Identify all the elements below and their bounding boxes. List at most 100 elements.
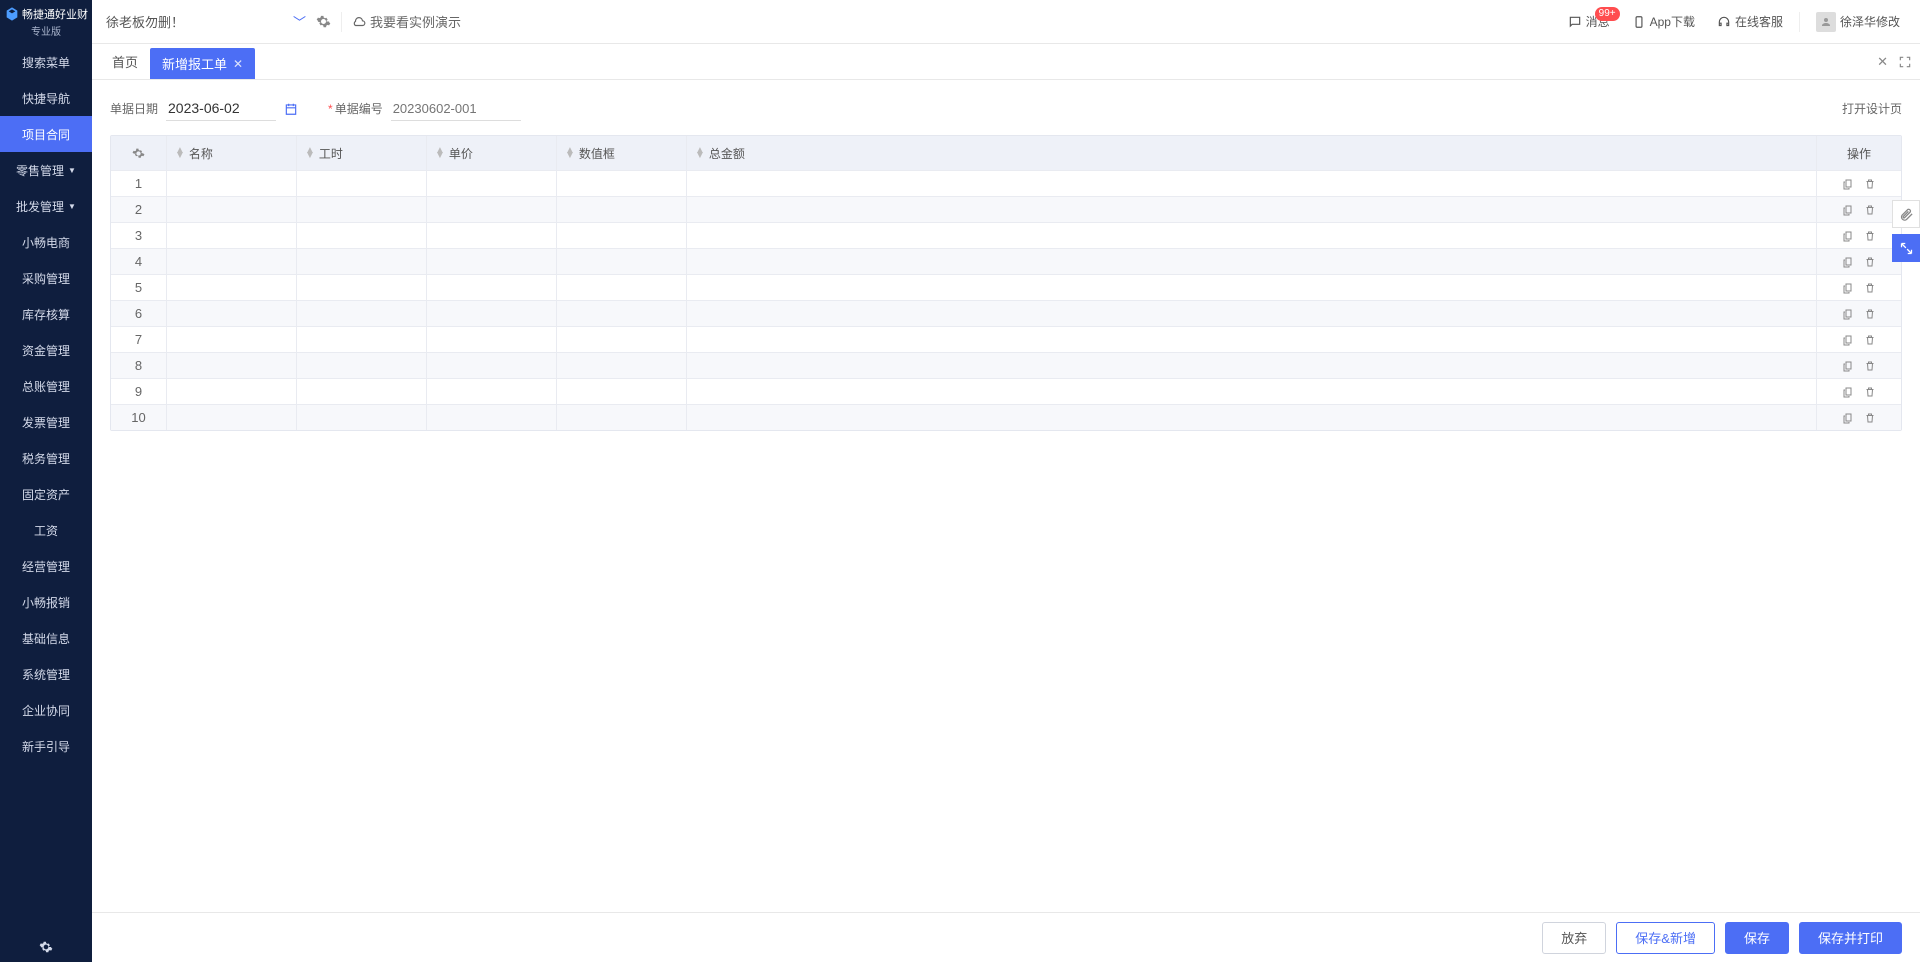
- message-icon: [1568, 15, 1582, 29]
- company-selector[interactable]: 徐老板勿删！ ﹀: [106, 12, 306, 31]
- user-menu[interactable]: 徐泽华修改: [1810, 12, 1906, 32]
- design-link[interactable]: 打开设计页: [1842, 100, 1902, 117]
- demo-link[interactable]: 我要看实例演示: [352, 12, 461, 31]
- copy-row-icon[interactable]: [1842, 360, 1854, 372]
- table-row[interactable]: 5: [111, 274, 1901, 300]
- copy-row-icon[interactable]: [1842, 334, 1854, 346]
- tabs-bar: 首页 新增报工单 ✕ ✕: [92, 44, 1920, 80]
- delete-row-icon[interactable]: [1864, 204, 1876, 216]
- delete-row-icon[interactable]: [1864, 230, 1876, 242]
- delete-row-icon[interactable]: [1864, 178, 1876, 190]
- sidebar-item-5[interactable]: 小畅电商: [0, 224, 92, 260]
- table-row[interactable]: 9: [111, 378, 1901, 404]
- messages-button[interactable]: 消息 99+: [1562, 13, 1616, 30]
- avatar: [1816, 12, 1836, 32]
- close-icon[interactable]: ✕: [233, 57, 243, 71]
- calendar-icon[interactable]: [284, 102, 298, 116]
- sidebar-item-15[interactable]: 小畅报销: [0, 584, 92, 620]
- sidebar-item-11[interactable]: 税务管理: [0, 440, 92, 476]
- date-input[interactable]: [166, 96, 276, 121]
- header: 徐老板勿删！ ﹀ 我要看实例演示 消息 99+ App下载: [92, 0, 1920, 44]
- col-num[interactable]: ▲▼数值框: [557, 136, 687, 170]
- date-field: 单据日期: [110, 96, 298, 121]
- messages-badge: 99+: [1595, 7, 1620, 21]
- tab-home[interactable]: 首页: [100, 44, 150, 79]
- phone-icon: [1632, 15, 1646, 29]
- copy-row-icon[interactable]: [1842, 230, 1854, 242]
- col-total[interactable]: ▲▼总金额: [687, 136, 1817, 170]
- chevron-down-icon: ﹀: [293, 12, 306, 31]
- copy-row-icon[interactable]: [1842, 256, 1854, 268]
- delete-row-icon[interactable]: [1864, 308, 1876, 320]
- caret-down-icon: ▼: [68, 202, 76, 211]
- delete-row-icon[interactable]: [1864, 360, 1876, 372]
- sidebar-item-9[interactable]: 总账管理: [0, 368, 92, 404]
- delete-row-icon[interactable]: [1864, 386, 1876, 398]
- sidebar-settings[interactable]: [0, 932, 92, 962]
- app-download-button[interactable]: App下载: [1626, 13, 1701, 30]
- table-row[interactable]: 8: [111, 352, 1901, 378]
- save-new-button[interactable]: 保存&新增: [1616, 922, 1715, 954]
- sidebar-item-17[interactable]: 系统管理: [0, 656, 92, 692]
- fullscreen-icon[interactable]: [1898, 55, 1912, 69]
- table-row[interactable]: 2: [111, 196, 1901, 222]
- headset-icon: [1717, 15, 1731, 29]
- sidebar-item-2[interactable]: 项目合同: [0, 116, 92, 152]
- sidebar-item-1[interactable]: 快捷导航: [0, 80, 92, 116]
- copy-row-icon[interactable]: [1842, 282, 1854, 294]
- copy-row-icon[interactable]: [1842, 204, 1854, 216]
- save-print-button[interactable]: 保存并打印: [1799, 922, 1902, 954]
- code-input[interactable]: [391, 97, 521, 121]
- grid-header: ▲▼名称 ▲▼工时 ▲▼单价 ▲▼数值框 ▲▼总金额 操作: [111, 136, 1901, 170]
- table-row[interactable]: 4: [111, 248, 1901, 274]
- sidebar-item-14[interactable]: 经营管理: [0, 548, 92, 584]
- col-name[interactable]: ▲▼名称: [167, 136, 297, 170]
- table-row[interactable]: 3: [111, 222, 1901, 248]
- sidebar-item-6[interactable]: 采购管理: [0, 260, 92, 296]
- sidebar-item-4[interactable]: 批发管理▼: [0, 188, 92, 224]
- cloud-icon: [352, 15, 366, 29]
- expand-button[interactable]: [1892, 234, 1920, 262]
- table-row[interactable]: 1: [111, 170, 1901, 196]
- settings-icon[interactable]: [316, 14, 331, 29]
- logo-icon: [4, 6, 20, 22]
- copy-row-icon[interactable]: [1842, 178, 1854, 190]
- copy-row-icon[interactable]: [1842, 308, 1854, 320]
- customer-service-button[interactable]: 在线客服: [1711, 13, 1789, 30]
- data-grid: ▲▼名称 ▲▼工时 ▲▼单价 ▲▼数值框 ▲▼总金额 操作 1234567891…: [110, 135, 1902, 431]
- sidebar-item-0[interactable]: 搜索菜单: [0, 44, 92, 80]
- sidebar: 畅捷通好业财 专业版 搜索菜单快捷导航项目合同零售管理▼批发管理▼小畅电商采购管…: [0, 0, 92, 962]
- sidebar-item-18[interactable]: 企业协同: [0, 692, 92, 728]
- attachment-button[interactable]: [1892, 200, 1920, 228]
- col-price[interactable]: ▲▼单价: [427, 136, 557, 170]
- sidebar-item-13[interactable]: 工资: [0, 512, 92, 548]
- right-rail: [1892, 200, 1920, 262]
- gear-icon: [39, 940, 53, 954]
- delete-row-icon[interactable]: [1864, 282, 1876, 294]
- table-row[interactable]: 6: [111, 300, 1901, 326]
- delete-row-icon[interactable]: [1864, 334, 1876, 346]
- sidebar-item-7[interactable]: 库存核算: [0, 296, 92, 332]
- table-row[interactable]: 10: [111, 404, 1901, 430]
- logo-subtitle: 专业版: [31, 23, 61, 38]
- tab-active[interactable]: 新增报工单 ✕: [150, 48, 255, 79]
- sidebar-item-19[interactable]: 新手引导: [0, 728, 92, 764]
- save-button[interactable]: 保存: [1725, 922, 1789, 954]
- sidebar-item-12[interactable]: 固定资产: [0, 476, 92, 512]
- footer-bar: 放弃 保存&新增 保存 保存并打印: [92, 912, 1920, 962]
- copy-row-icon[interactable]: [1842, 386, 1854, 398]
- close-all-icon[interactable]: ✕: [1877, 54, 1888, 70]
- discard-button[interactable]: 放弃: [1542, 922, 1606, 954]
- grid-settings-icon[interactable]: [132, 147, 145, 160]
- sidebar-item-8[interactable]: 资金管理: [0, 332, 92, 368]
- logo-title: 畅捷通好业财: [22, 6, 88, 22]
- col-hours[interactable]: ▲▼工时: [297, 136, 427, 170]
- table-row[interactable]: 7: [111, 326, 1901, 352]
- delete-row-icon[interactable]: [1864, 256, 1876, 268]
- delete-row-icon[interactable]: [1864, 412, 1876, 424]
- sidebar-item-16[interactable]: 基础信息: [0, 620, 92, 656]
- col-ops: 操作: [1817, 136, 1901, 170]
- sidebar-item-3[interactable]: 零售管理▼: [0, 152, 92, 188]
- copy-row-icon[interactable]: [1842, 412, 1854, 424]
- sidebar-item-10[interactable]: 发票管理: [0, 404, 92, 440]
